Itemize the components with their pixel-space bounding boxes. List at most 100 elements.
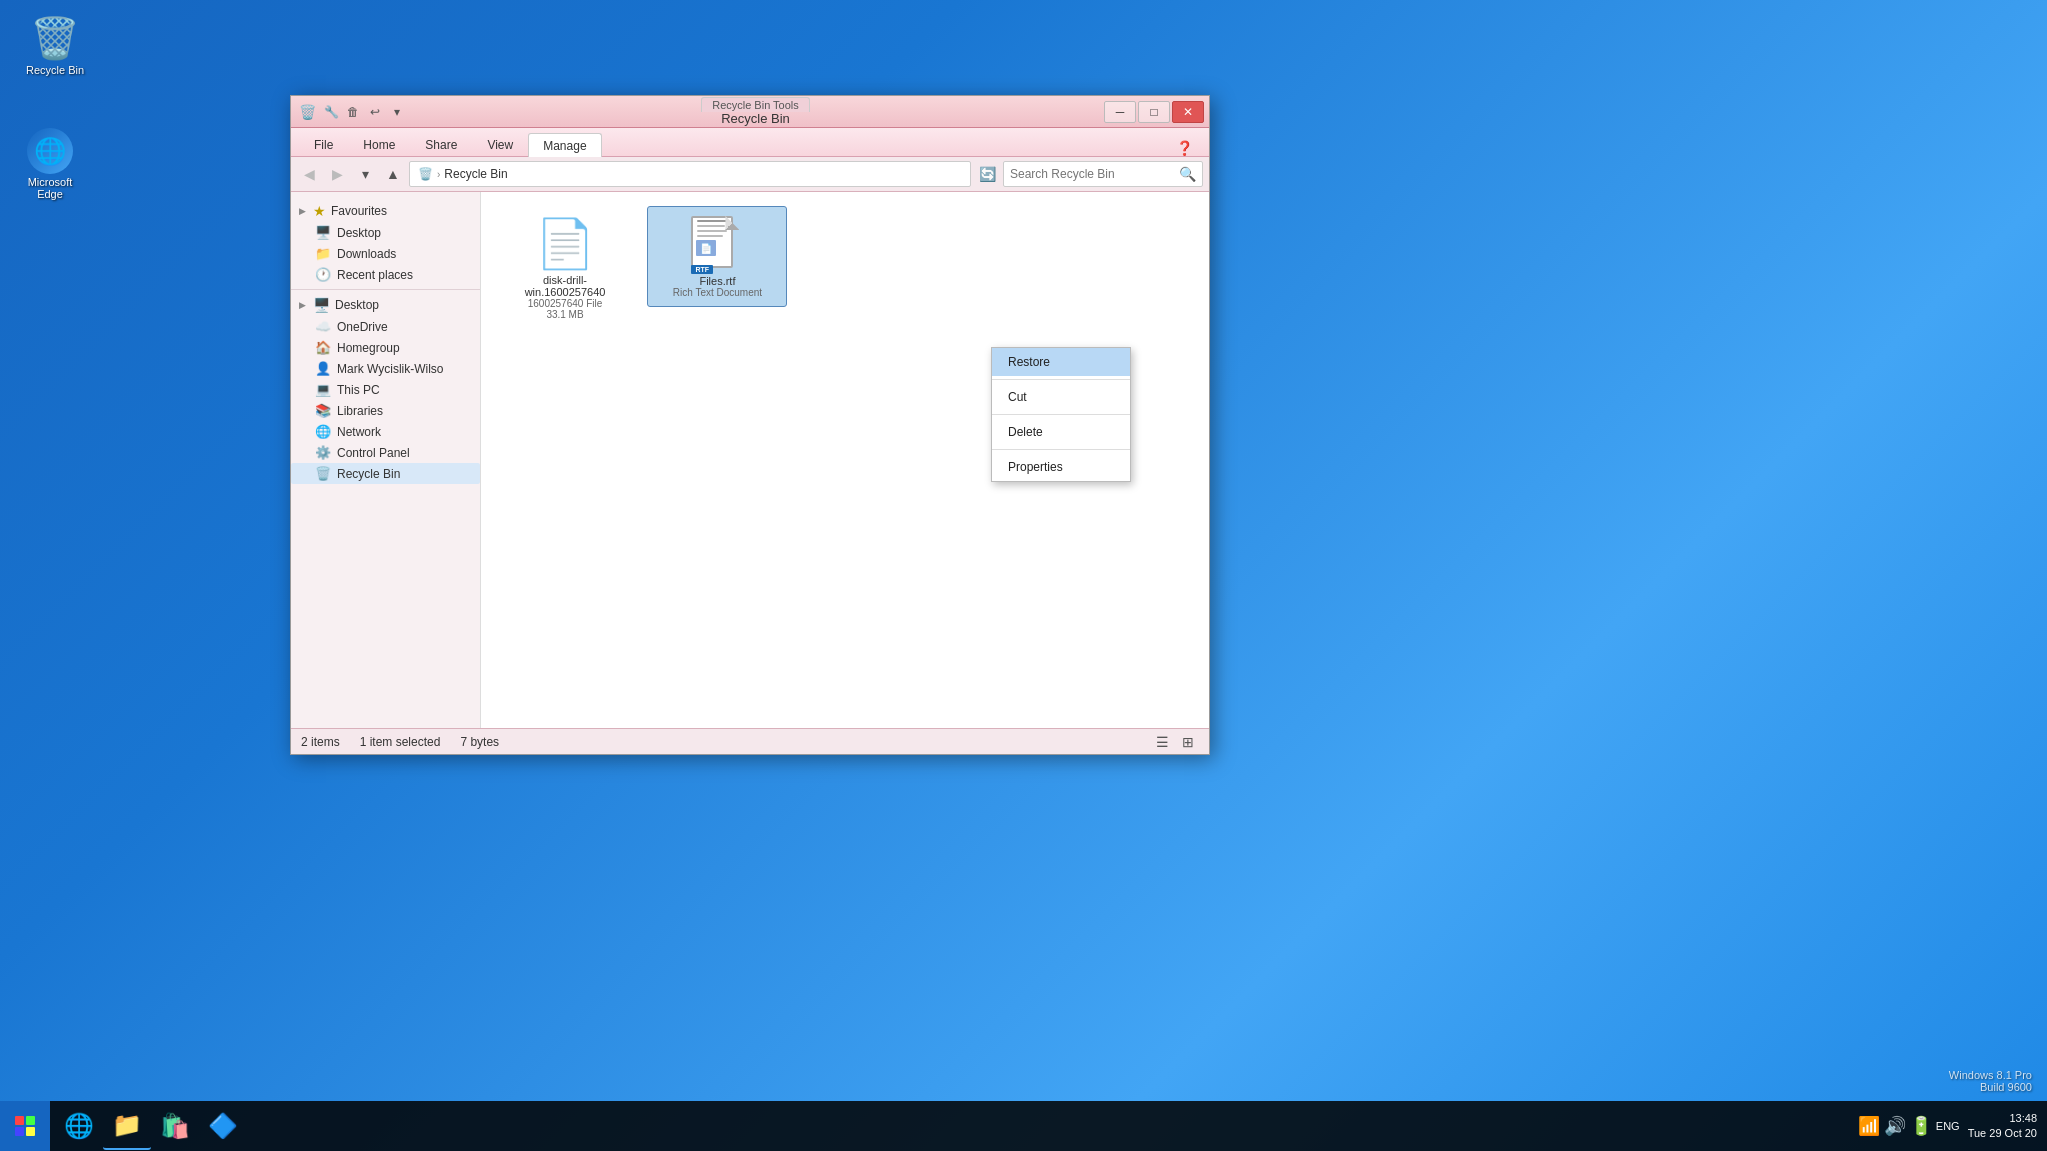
window-controls: ─ □ ✕	[1104, 101, 1204, 123]
taskbar-store[interactable]: 🛍️	[151, 1102, 199, 1150]
back-button[interactable]: ◀	[297, 162, 321, 186]
downloads-nav-icon: 📁	[315, 246, 331, 261]
disk-drill-details: 1600257640 File	[528, 298, 603, 309]
qat-properties-btn[interactable]: 🔧	[321, 102, 341, 122]
downloads-nav-label: Downloads	[337, 247, 396, 261]
qat-empty-btn[interactable]: 🗑	[343, 102, 363, 122]
favourites-star-icon: ★	[313, 203, 326, 219]
file-item-disk-drill[interactable]: 📄 disk-drill-win.1600257640 1600257640 F…	[495, 206, 635, 328]
desktop: 🗑️ Recycle Bin 🌐 Microsoft Edge 🗑️ 🔧 🗑 ↩…	[0, 0, 2047, 1151]
window-title: Recycle Bin	[721, 111, 790, 126]
taskbar: 🌐 📁 🛍️ 🔷 📶 🔊 🔋 ENG 13:48 Tue 29 Oct	[0, 1101, 2047, 1151]
close-button[interactable]: ✕	[1172, 101, 1204, 123]
edge-desktop-label: Microsoft Edge	[15, 176, 85, 200]
search-input[interactable]	[1010, 167, 1179, 181]
desktop-icon-edge[interactable]: 🌐 Microsoft Edge	[15, 128, 85, 200]
file-item-files-rtf[interactable]: 📄 RTF Files.rtf Rich Text Document	[647, 206, 787, 307]
nav-item-onedrive[interactable]: ☁️ OneDrive	[291, 316, 480, 337]
details-view-button[interactable]: ☰	[1151, 731, 1173, 753]
search-icon[interactable]: 🔍	[1179, 166, 1196, 182]
nav-item-libraries[interactable]: 📚 Libraries	[291, 400, 480, 421]
disk-drill-icon: 📄	[535, 214, 595, 274]
network-label: Network	[337, 425, 381, 439]
ribbon-tabs: File Home Share View Manage ❓	[291, 128, 1209, 156]
qat-dropdown-btn[interactable]: ▾	[387, 102, 407, 122]
nav-item-homegroup[interactable]: 🏠 Homegroup	[291, 337, 480, 358]
desktop-nav-label: Desktop	[337, 226, 381, 240]
explorer-window: 🗑️ 🔧 🗑 ↩ ▾ Recycle Bin Tools Recycle Bin…	[290, 95, 1210, 755]
tab-file[interactable]: File	[299, 132, 348, 156]
context-menu-cut[interactable]: Cut	[992, 383, 1130, 411]
address-bar: ◀ ▶ ▾ ▲ 🗑️ › Recycle Bin 🔄 🔍	[291, 157, 1209, 192]
tab-share[interactable]: Share	[410, 132, 472, 156]
desktop-tree-arrow: ▶	[299, 300, 309, 310]
recycle-bin-desktop-icon: 🗑️	[30, 15, 80, 62]
taskbar-ie[interactable]: 🌐	[55, 1102, 103, 1150]
address-path-icon: 🗑️	[418, 167, 433, 181]
taskbar-edge[interactable]: 🔷	[199, 1102, 247, 1150]
desktop-tree-label: Desktop	[335, 298, 379, 312]
desktop-icon-recycle-bin[interactable]: 🗑️ Recycle Bin	[20, 15, 90, 76]
context-menu-properties[interactable]: Properties	[992, 453, 1130, 481]
maximize-button[interactable]: □	[1138, 101, 1170, 123]
tab-home[interactable]: Home	[348, 132, 410, 156]
tab-view[interactable]: View	[472, 132, 528, 156]
onedrive-label: OneDrive	[337, 320, 388, 334]
dropdown-recent-button[interactable]: ▾	[353, 162, 377, 186]
status-items-count: 2 items	[301, 735, 340, 749]
minimize-button[interactable]: ─	[1104, 101, 1136, 123]
start-button[interactable]	[0, 1101, 50, 1151]
status-left: 2 items 1 item selected 7 bytes	[301, 735, 1151, 749]
large-icons-view-button[interactable]: ⊞	[1177, 731, 1199, 753]
context-menu-sep-1	[992, 379, 1130, 380]
help-button[interactable]: ❓	[1168, 140, 1201, 156]
taskbar-apps: 🌐 📁 🛍️ 🔷	[50, 1101, 1848, 1151]
taskbar-clock[interactable]: 13:48 Tue 29 Oct 20	[1968, 1111, 2037, 1142]
forward-button[interactable]: ▶	[325, 162, 349, 186]
context-menu: Restore Cut Delete Properties	[991, 347, 1131, 482]
up-button[interactable]: ▲	[381, 162, 405, 186]
quick-access-toolbar: 🔧 🗑 ↩ ▾	[321, 102, 407, 122]
store-icon: 🛍️	[160, 1112, 190, 1140]
disk-drill-size: 33.1 MB	[546, 309, 583, 320]
context-menu-restore[interactable]: Restore	[992, 348, 1130, 376]
ie-icon: 🌐	[64, 1112, 94, 1140]
desktop-tree-icon: 🖥️	[313, 297, 330, 313]
nav-item-downloads[interactable]: 📁 Downloads	[291, 243, 480, 264]
tab-manage[interactable]: Manage	[528, 133, 601, 157]
volume-sys-icon: 🔊	[1884, 1115, 1906, 1137]
refresh-button[interactable]: 🔄	[975, 162, 999, 186]
qat-restore-btn[interactable]: ↩	[365, 102, 385, 122]
title-bar-left: 🗑️ 🔧 🗑 ↩ ▾	[296, 101, 407, 123]
nav-item-network[interactable]: 🌐 Network	[291, 421, 480, 442]
taskbar-explorer[interactable]: 📁	[103, 1102, 151, 1150]
nav-item-control-panel[interactable]: ⚙️ Control Panel	[291, 442, 480, 463]
taskbar-sys-icons: 📶 🔊 🔋 ENG	[1858, 1115, 1960, 1137]
nav-item-user[interactable]: 👤 Mark Wycislik-Wilso	[291, 358, 480, 379]
files-rtf-name: Files.rtf	[699, 275, 735, 287]
user-icon: 👤	[315, 361, 331, 376]
status-selected: 1 item selected	[360, 735, 441, 749]
context-menu-delete[interactable]: Delete	[992, 418, 1130, 446]
disk-drill-name: disk-drill-win.1600257640	[503, 274, 627, 298]
content-area: 📄 disk-drill-win.1600257640 1600257640 F…	[481, 192, 1209, 728]
nav-item-this-pc[interactable]: 💻 This PC	[291, 379, 480, 400]
homegroup-icon: 🏠	[315, 340, 331, 355]
lang-indicator: ENG	[1936, 1120, 1960, 1132]
desktop-tree-section[interactable]: ▶ 🖥️ Desktop	[291, 294, 480, 316]
network-icon: 🌐	[315, 424, 331, 439]
onedrive-icon: ☁️	[315, 319, 331, 334]
address-path[interactable]: 🗑️ › Recycle Bin	[409, 161, 971, 187]
desktop-nav-icon: 🖥️	[315, 225, 331, 240]
favourites-label: Favourites	[331, 204, 387, 218]
battery-sys-icon: 🔋	[1910, 1115, 1932, 1137]
nav-item-recycle-bin[interactable]: 🗑️ Recycle Bin	[291, 463, 480, 484]
clock-time: 13:48	[1968, 1111, 2037, 1126]
nav-item-recent-places[interactable]: 🕐 Recent places	[291, 264, 480, 285]
favourites-section[interactable]: ▶ ★ Favourites	[291, 200, 480, 222]
libraries-label: Libraries	[337, 404, 383, 418]
address-arrow: ›	[437, 169, 440, 180]
context-menu-sep-3	[992, 449, 1130, 450]
nav-item-desktop[interactable]: 🖥️ Desktop	[291, 222, 480, 243]
clock-date: Tue 29 Oct 20	[1968, 1126, 2037, 1141]
